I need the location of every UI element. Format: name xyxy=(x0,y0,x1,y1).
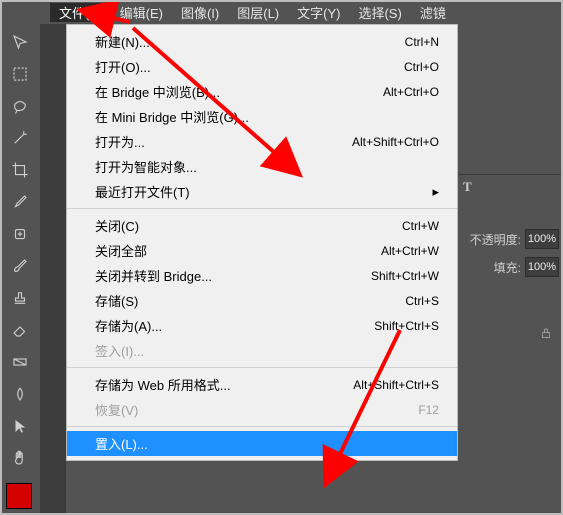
menubar: 文件(F) 编辑(E) 图像(I) 图层(L) 文字(Y) 选择(S) 滤镜 xyxy=(0,0,563,24)
menu-item[interactable]: 存储为 Web 所用格式...Alt+Shift+Ctrl+S xyxy=(67,372,457,397)
menu-item[interactable]: 置入(L)... xyxy=(67,431,457,456)
menu-file[interactable]: 文件(F) xyxy=(50,3,111,22)
fill-label: 填充: xyxy=(494,259,521,276)
menu-item: 恢复(V)F12 xyxy=(67,397,457,422)
gradient-tool-icon[interactable] xyxy=(6,348,34,376)
menu-layer[interactable]: 图层(L) xyxy=(228,3,288,22)
menu-image[interactable]: 图像(I) xyxy=(172,3,228,22)
file-menu: 新建(N)...Ctrl+N打开(O)...Ctrl+O在 Bridge 中浏览… xyxy=(66,24,458,461)
opacity-label: 不透明度: xyxy=(470,231,521,248)
brush-tool-icon[interactable] xyxy=(6,252,34,280)
menu-item[interactable]: 存储为(A)...Shift+Ctrl+S xyxy=(67,313,457,338)
tool-panel xyxy=(0,24,41,515)
crop-tool-icon[interactable] xyxy=(6,156,34,184)
eyedropper-tool-icon[interactable] xyxy=(6,188,34,216)
move-tool-icon[interactable] xyxy=(6,28,34,56)
menu-item-label: 存储为(A)... xyxy=(95,316,319,335)
menu-item-shortcut: Ctrl+S xyxy=(319,294,439,308)
menu-item-label: 恢复(V) xyxy=(95,400,319,419)
blur-tool-icon[interactable] xyxy=(6,380,34,408)
menu-item-shortcut: Alt+Ctrl+O xyxy=(319,85,439,99)
menu-item-label: 在 Mini Bridge 中浏览(G)... xyxy=(95,107,439,126)
menu-item-shortcut: Shift+Ctrl+W xyxy=(319,269,439,283)
menu-separator xyxy=(67,426,457,427)
menu-item[interactable]: 新建(N)...Ctrl+N xyxy=(67,29,457,54)
marquee-tool-icon[interactable] xyxy=(6,60,34,88)
menu-item-shortcut: F12 xyxy=(319,403,439,417)
toolbar-margin xyxy=(40,24,66,515)
menu-item[interactable]: 在 Bridge 中浏览(B)...Alt+Ctrl+O xyxy=(67,79,457,104)
menu-item-label: 新建(N)... xyxy=(95,32,319,51)
menu-item-label: 签入(I)... xyxy=(95,341,439,360)
menu-item[interactable]: 最近打开文件(T)▸ xyxy=(67,179,457,204)
menu-item-shortcut: Ctrl+O xyxy=(319,60,439,74)
fill-row: 填充: 100% xyxy=(457,253,563,281)
menu-item-label: 在 Bridge 中浏览(B)... xyxy=(95,82,319,101)
menu-item-shortcut: Shift+Ctrl+S xyxy=(319,319,439,333)
menu-item[interactable]: 打开为智能对象... xyxy=(67,154,457,179)
menu-item: 签入(I)... xyxy=(67,338,457,363)
menu-item-label: 存储为 Web 所用格式... xyxy=(95,375,319,394)
lasso-tool-icon[interactable] xyxy=(6,92,34,120)
menu-item[interactable]: 关闭(C)Ctrl+W xyxy=(67,213,457,238)
opacity-value[interactable]: 100% xyxy=(525,229,559,249)
heal-tool-icon[interactable] xyxy=(6,220,34,248)
type-tab[interactable]: T xyxy=(457,174,563,199)
menu-item-label: 关闭全部 xyxy=(95,241,319,260)
menu-item-label: 最近打开文件(T) xyxy=(95,182,429,201)
menu-type[interactable]: 文字(Y) xyxy=(288,3,349,22)
menu-item-label: 打开(O)... xyxy=(95,57,319,76)
menu-item-shortcut: Alt+Shift+Ctrl+S xyxy=(319,378,439,392)
menu-edit[interactable]: 编辑(E) xyxy=(111,3,172,22)
menu-item[interactable]: 关闭全部Alt+Ctrl+W xyxy=(67,238,457,263)
menu-select[interactable]: 选择(S) xyxy=(349,3,410,22)
stamp-tool-icon[interactable] xyxy=(6,284,34,312)
menu-separator xyxy=(67,367,457,368)
menu-item-label: 存储(S) xyxy=(95,291,319,310)
menu-item-label: 关闭并转到 Bridge... xyxy=(95,266,319,285)
hand-tool-icon[interactable] xyxy=(6,444,34,472)
eraser-tool-icon[interactable] xyxy=(6,316,34,344)
menu-separator xyxy=(67,208,457,209)
menu-item-label: 打开为... xyxy=(95,132,319,151)
opacity-row: 不透明度: 100% xyxy=(457,225,563,253)
menu-item[interactable]: 关闭并转到 Bridge...Shift+Ctrl+W xyxy=(67,263,457,288)
menu-item-label: 置入(L)... xyxy=(95,434,439,453)
menu-filter[interactable]: 滤镜 xyxy=(411,3,455,22)
fill-value[interactable]: 100% xyxy=(525,257,559,277)
menu-item-shortcut: Ctrl+W xyxy=(319,219,439,233)
menu-item-shortcut: Alt+Ctrl+W xyxy=(319,244,439,258)
menu-item-label: 打开为智能对象... xyxy=(95,157,439,176)
menu-item[interactable]: 存储(S)Ctrl+S xyxy=(67,288,457,313)
path-select-tool-icon[interactable] xyxy=(6,412,34,440)
right-panel: T 不透明度: 100% 填充: 100% xyxy=(457,24,563,515)
submenu-arrow-icon: ▸ xyxy=(429,184,439,200)
wand-tool-icon[interactable] xyxy=(6,124,34,152)
lock-icon[interactable] xyxy=(457,321,563,345)
menu-item-label: 关闭(C) xyxy=(95,216,319,235)
menu-item[interactable]: 在 Mini Bridge 中浏览(G)... xyxy=(67,104,457,129)
menu-item-shortcut: Ctrl+N xyxy=(319,35,439,49)
foreground-color-swatch[interactable] xyxy=(6,483,32,509)
menu-item[interactable]: 打开为...Alt+Shift+Ctrl+O xyxy=(67,129,457,154)
menu-item[interactable]: 打开(O)...Ctrl+O xyxy=(67,54,457,79)
menu-item-shortcut: Alt+Shift+Ctrl+O xyxy=(319,135,439,149)
